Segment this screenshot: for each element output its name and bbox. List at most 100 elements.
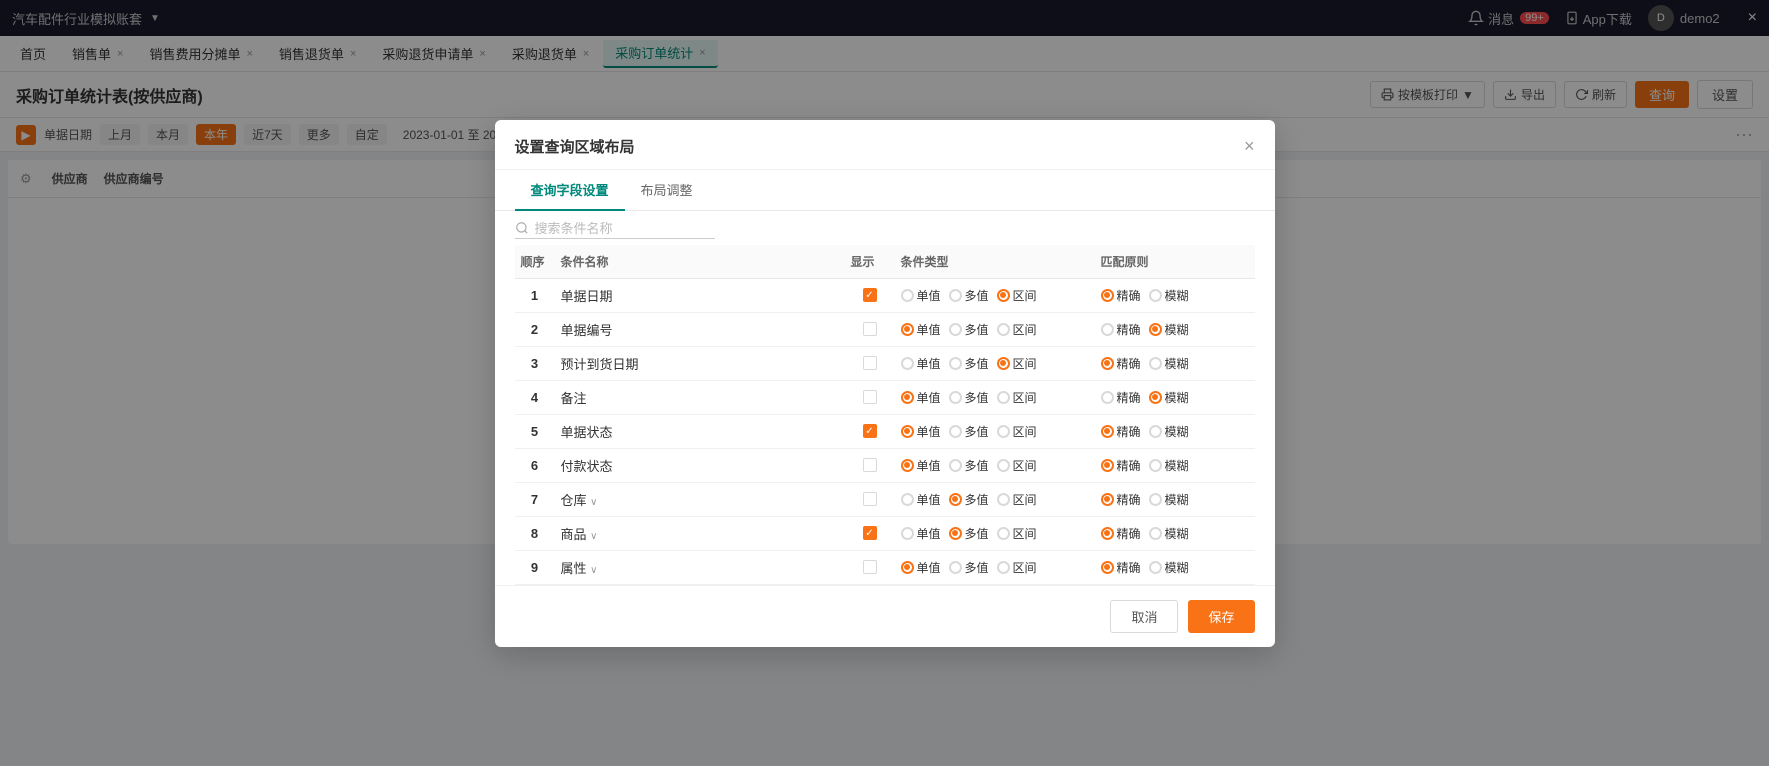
- row-type: 单值 多值区间: [895, 346, 1095, 380]
- row-type: 单值多值区间: [895, 516, 1095, 550]
- match-radio-item[interactable]: 模糊: [1149, 491, 1189, 508]
- conditions-table: 顺序 条件名称 显示 条件类型 匹配原则 1单据日期单值多值区间精确模糊2单据编…: [515, 245, 1255, 585]
- match-radio-item[interactable]: 精确: [1101, 525, 1141, 542]
- radio-label: 模糊: [1165, 423, 1189, 440]
- radio-label: 多值: [965, 355, 989, 372]
- row-match: 精确 模糊: [1095, 516, 1255, 550]
- match-radio-item[interactable]: 模糊: [1149, 321, 1189, 338]
- type-radio-item[interactable]: 多值: [949, 423, 989, 440]
- type-radio-item[interactable]: 多值: [949, 457, 989, 474]
- search-input[interactable]: [535, 221, 695, 236]
- type-radio-item[interactable]: 单值: [901, 525, 941, 542]
- match-radio-item[interactable]: 模糊: [1149, 457, 1189, 474]
- row-type: 单值多值区间: [895, 278, 1095, 312]
- match-radio-item[interactable]: 模糊: [1149, 389, 1189, 406]
- radio-circle: [901, 561, 914, 574]
- type-radio-item[interactable]: 单值: [901, 287, 941, 304]
- display-checkbox[interactable]: [863, 458, 877, 472]
- row-match: 精确模糊: [1095, 278, 1255, 312]
- radio-circle: [949, 323, 962, 336]
- type-radio-item[interactable]: 区间: [997, 457, 1037, 474]
- type-radio-item[interactable]: 多值: [949, 321, 989, 338]
- radio-label: 精确: [1117, 423, 1141, 440]
- match-radio-item[interactable]: 精确: [1101, 423, 1141, 440]
- dialog-tab-fields[interactable]: 查询字段设置: [515, 170, 625, 211]
- match-radio-item[interactable]: 精确: [1101, 321, 1141, 338]
- type-radio-item[interactable]: 单值: [901, 389, 941, 406]
- radio-circle: [901, 357, 914, 370]
- table-row: 1单据日期单值多值区间精确模糊: [515, 278, 1255, 312]
- match-radio-item[interactable]: 模糊: [1149, 355, 1189, 372]
- display-checkbox[interactable]: [863, 424, 877, 438]
- display-checkbox[interactable]: [863, 492, 877, 506]
- match-radio-item[interactable]: 精确: [1101, 559, 1141, 576]
- row-type: 单值 多值 区间: [895, 414, 1095, 448]
- table-row: 8商品 ∨单值多值区间精确模糊: [515, 516, 1255, 550]
- radio-circle: [1149, 391, 1162, 404]
- table-row: 7仓库 ∨单值多值区间精确模糊: [515, 482, 1255, 516]
- type-radio-item[interactable]: 区间: [997, 287, 1037, 304]
- display-checkbox[interactable]: [863, 560, 877, 574]
- radio-circle: [949, 357, 962, 370]
- type-radio-item[interactable]: 区间: [997, 355, 1037, 372]
- row-display: [845, 346, 895, 380]
- row-order: 1: [515, 278, 555, 312]
- radio-circle: [1149, 323, 1162, 336]
- conditions-table-scroll[interactable]: 顺序 条件名称 显示 条件类型 匹配原则 1单据日期单值多值区间精确模糊2单据编…: [515, 245, 1255, 585]
- radio-circle: [1101, 323, 1114, 336]
- type-radio-item[interactable]: 区间: [997, 321, 1037, 338]
- type-radio-item[interactable]: 区间: [997, 491, 1037, 508]
- type-radio-item[interactable]: 区间: [997, 559, 1037, 576]
- display-checkbox[interactable]: [863, 390, 877, 404]
- radio-circle: [949, 289, 962, 302]
- row-order: 6: [515, 448, 555, 482]
- match-radio-item[interactable]: 模糊: [1149, 287, 1189, 304]
- radio-circle: [997, 459, 1010, 472]
- display-checkbox[interactable]: [863, 526, 877, 540]
- radio-circle: [1101, 459, 1114, 472]
- type-radio-item[interactable]: 多值: [949, 389, 989, 406]
- radio-label: 多值: [965, 423, 989, 440]
- type-radio-item[interactable]: 单值: [901, 491, 941, 508]
- display-checkbox[interactable]: [863, 288, 877, 302]
- type-radio-item[interactable]: 单值: [901, 559, 941, 576]
- radio-label: 模糊: [1165, 559, 1189, 576]
- cancel-button[interactable]: 取消: [1110, 600, 1178, 633]
- radio-label: 模糊: [1165, 525, 1189, 542]
- dialog-close-button[interactable]: ×: [1244, 136, 1255, 157]
- type-radio-item[interactable]: 区间: [997, 525, 1037, 542]
- save-button[interactable]: 保存: [1188, 600, 1254, 633]
- type-radio-item[interactable]: 多值: [949, 525, 989, 542]
- radio-circle: [997, 527, 1010, 540]
- radio-circle: [1149, 425, 1162, 438]
- row-type: 单值多值区间: [895, 482, 1095, 516]
- display-checkbox[interactable]: [863, 322, 877, 336]
- match-radio-item[interactable]: 精确: [1101, 389, 1141, 406]
- radio-label: 精确: [1117, 287, 1141, 304]
- radio-label: 区间: [1013, 423, 1037, 440]
- match-radio-item[interactable]: 模糊: [1149, 559, 1189, 576]
- radio-circle: [1101, 527, 1114, 540]
- match-radio-item[interactable]: 模糊: [1149, 525, 1189, 542]
- type-radio-item[interactable]: 单值: [901, 321, 941, 338]
- type-radio-item[interactable]: 单值: [901, 355, 941, 372]
- type-radio-item[interactable]: 区间: [997, 423, 1037, 440]
- type-radio-item[interactable]: 多值: [949, 287, 989, 304]
- type-radio-item[interactable]: 多值: [949, 491, 989, 508]
- match-radio-item[interactable]: 精确: [1101, 355, 1141, 372]
- radio-circle: [949, 561, 962, 574]
- match-radio-item[interactable]: 精确: [1101, 491, 1141, 508]
- dialog-search-area: [495, 211, 1275, 245]
- match-radio-item[interactable]: 精确: [1101, 457, 1141, 474]
- dialog-tab-layout[interactable]: 布局调整: [625, 170, 709, 211]
- type-radio-item[interactable]: 单值: [901, 423, 941, 440]
- type-radio-item[interactable]: 多值: [949, 559, 989, 576]
- match-radio-item[interactable]: 模糊: [1149, 423, 1189, 440]
- type-radio-item[interactable]: 多值: [949, 355, 989, 372]
- dialog-header: 设置查询区域布局 ×: [495, 120, 1275, 170]
- display-checkbox[interactable]: [863, 356, 877, 370]
- match-radio-item[interactable]: 精确: [1101, 287, 1141, 304]
- type-radio-item[interactable]: 区间: [997, 389, 1037, 406]
- type-radio-item[interactable]: 单值: [901, 457, 941, 474]
- row-match: 精确模糊: [1095, 482, 1255, 516]
